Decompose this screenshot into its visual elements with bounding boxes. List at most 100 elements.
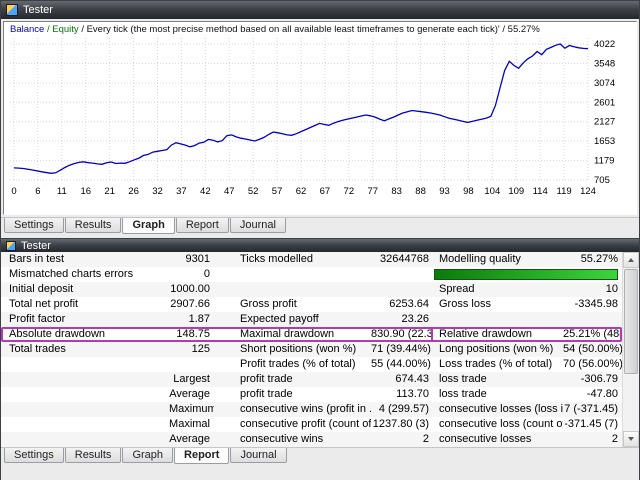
tester-tabbar-top: Settings Results Graph Report Journal — [1, 217, 639, 236]
tab-top-report[interactable]: Report — [175, 218, 229, 233]
report-row: Average consecutive wins 2 consecutive loss… — [1, 432, 622, 447]
report-value: 148.75 — [176, 328, 210, 340]
report-label: Profit factor — [9, 313, 66, 325]
report-label: Short positions (won %) — [240, 343, 357, 355]
tab-bottom-graph[interactable]: Graph — [122, 448, 174, 463]
report-label: Long positions (won %) — [439, 343, 554, 355]
report-value — [371, 282, 433, 297]
svg-text:32: 32 — [152, 186, 163, 197]
report-label: Absolute drawdown — [9, 328, 106, 340]
svg-text:2127: 2127 — [594, 117, 615, 128]
report-value: 2 — [422, 433, 429, 445]
report-value: 70 (56.00%) — [563, 358, 622, 370]
report-value: 25.21% (488.32) — [563, 328, 622, 340]
svg-text:6: 6 — [35, 186, 40, 197]
report-label: loss trade — [439, 373, 487, 385]
report-row: Mismatched charts errors 0 — [1, 267, 622, 282]
tester-window-icon — [6, 4, 18, 16]
tester-report-window: Tester Bars in test 9301 Ticks modelled 326… — [0, 238, 640, 480]
svg-text:1179: 1179 — [594, 156, 614, 167]
report-row: Profit trades (% of total) 55 (44.00%) Los… — [1, 357, 622, 372]
report-label: Total trades — [9, 343, 66, 355]
svg-text:104: 104 — [484, 186, 500, 197]
svg-text:4022: 4022 — [594, 39, 615, 50]
report-value: 7 (-371.45) — [564, 403, 618, 415]
report-label: Gross loss — [439, 298, 491, 310]
report-row: Average profit trade 113.70 loss trade -47.8… — [1, 387, 622, 402]
report-value — [169, 357, 214, 372]
report-label: profit trade — [240, 373, 293, 385]
report-value: 71 (39.44%) — [371, 343, 431, 355]
report-label — [433, 312, 563, 327]
tab-bottom-journal[interactable]: Journal — [230, 448, 287, 463]
report-value: Average — [169, 433, 210, 445]
scrollbar-thumb[interactable] — [624, 269, 638, 374]
scroll-up-button[interactable] — [623, 252, 639, 268]
svg-text:109: 109 — [508, 186, 524, 197]
report-value: 1237.80 (3) — [372, 418, 429, 430]
report-value: 55 (44.00%) — [371, 358, 431, 370]
report-row: Total net profit 2907.66 Gross profit 6253.… — [1, 297, 622, 312]
report-label: consecutive losses (loss in ... — [439, 403, 563, 415]
svg-text:119: 119 — [557, 186, 572, 197]
legend-equity-label: / Equity — [46, 24, 79, 35]
report-table: Bars in test 9301 Ticks modelled 32644768 Mo… — [1, 252, 622, 447]
report-label: loss trade — [439, 388, 487, 400]
tab-bottom-settings[interactable]: Settings — [4, 448, 64, 463]
report-value: -306.79 — [580, 373, 618, 385]
report-value: 6253.64 — [389, 298, 429, 310]
report-value: -371.45 (7) — [564, 418, 618, 430]
svg-text:47: 47 — [224, 186, 235, 197]
report-value: 23.26 — [401, 313, 429, 325]
report-panel: Bars in test 9301 Ticks modelled 32644768 Mo… — [1, 252, 639, 447]
balance-chart-panel: Balance / Equity / Every tick (the most … — [3, 21, 637, 215]
tab-bottom-results[interactable]: Results — [64, 448, 122, 463]
tab-top-journal[interactable]: Journal — [229, 218, 286, 233]
tab-top-results[interactable]: Results — [64, 218, 122, 233]
report-value: 0 — [203, 268, 210, 280]
arrow-down-icon — [628, 437, 634, 441]
report-row-drawdown-highlight: Absolute drawdown 148.75 Maximal drawdown 8… — [1, 327, 622, 342]
report-label: profit trade — [240, 388, 293, 400]
report-value: 674.43 — [395, 373, 429, 385]
svg-text:16: 16 — [80, 186, 91, 197]
report-value: Maximal — [169, 418, 210, 430]
bottom-window-titlebar[interactable]: Tester — [1, 239, 639, 252]
report-label: consecutive wins (profit in ... — [240, 403, 371, 415]
svg-text:67: 67 — [320, 186, 331, 197]
report-label: consecutive losses — [439, 433, 532, 445]
report-label — [214, 267, 371, 282]
report-row: Total trades 125 Short positions (won %) 71… — [1, 342, 622, 357]
svg-text:3548: 3548 — [594, 58, 615, 69]
tab-top-graph[interactable]: Graph — [122, 218, 175, 234]
svg-text:42: 42 — [200, 186, 211, 197]
report-value: Maximum — [169, 403, 214, 415]
report-label — [214, 282, 371, 297]
report-label — [1, 432, 169, 447]
report-value: 1.87 — [188, 313, 210, 325]
tester-window-icon — [6, 240, 16, 251]
report-scrollbar[interactable] — [622, 252, 639, 447]
top-window-titlebar[interactable]: Tester — [1, 1, 639, 19]
svg-text:77: 77 — [367, 186, 378, 197]
report-label: Spread — [439, 283, 475, 295]
svg-text:26: 26 — [128, 186, 139, 197]
report-value: 55.27% — [580, 253, 618, 265]
scroll-down-button[interactable] — [623, 431, 639, 447]
svg-text:83: 83 — [391, 186, 402, 197]
svg-text:93: 93 — [439, 186, 450, 197]
report-label: Ticks modelled — [240, 253, 313, 265]
report-value: 54 (50.00%) — [563, 343, 622, 355]
svg-text:98: 98 — [463, 186, 474, 197]
report-value: 1000.00 — [170, 283, 210, 295]
svg-text:2601: 2601 — [594, 97, 615, 108]
balance-equity-line-chart: 4022 3548 3074 2601 2127 1653 1179 705 0 6 11 16 21 2… — [10, 38, 615, 197]
report-value: Average — [169, 388, 210, 400]
tab-bottom-report[interactable]: Report — [174, 448, 230, 464]
report-label — [1, 387, 169, 402]
svg-text:21: 21 — [104, 186, 115, 197]
report-value: 830.90 (22.32%) — [371, 328, 433, 340]
tab-top-settings[interactable]: Settings — [4, 218, 64, 233]
report-label: Loss trades (% of total) — [439, 358, 553, 370]
report-label — [1, 372, 169, 387]
